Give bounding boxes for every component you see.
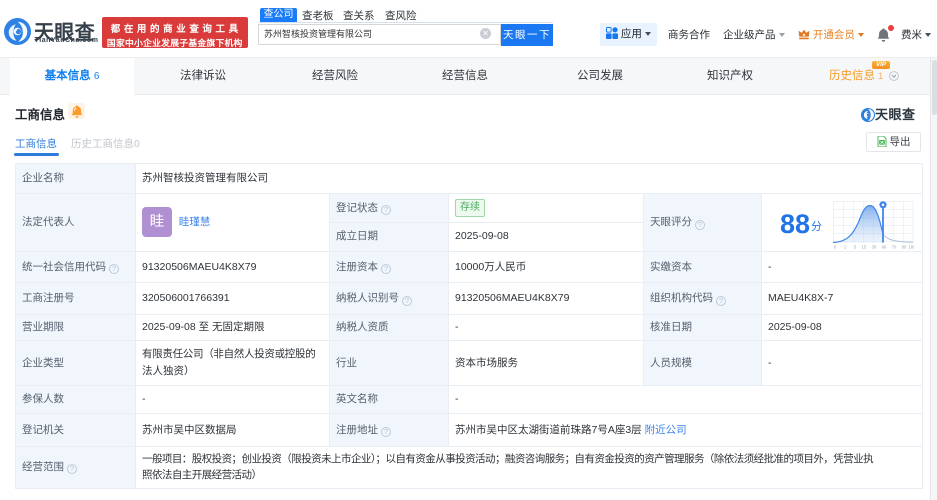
- svg-text:90: 90: [902, 244, 907, 249]
- svg-text:1: 1: [844, 244, 847, 249]
- svg-text:30: 30: [872, 244, 877, 249]
- svg-text:60: 60: [882, 244, 887, 249]
- svg-text:100: 100: [909, 244, 915, 249]
- svg-text:0: 0: [834, 244, 837, 249]
- svg-text:70: 70: [892, 244, 897, 249]
- svg-text:5: 5: [854, 244, 857, 249]
- svg-text:15: 15: [862, 244, 867, 249]
